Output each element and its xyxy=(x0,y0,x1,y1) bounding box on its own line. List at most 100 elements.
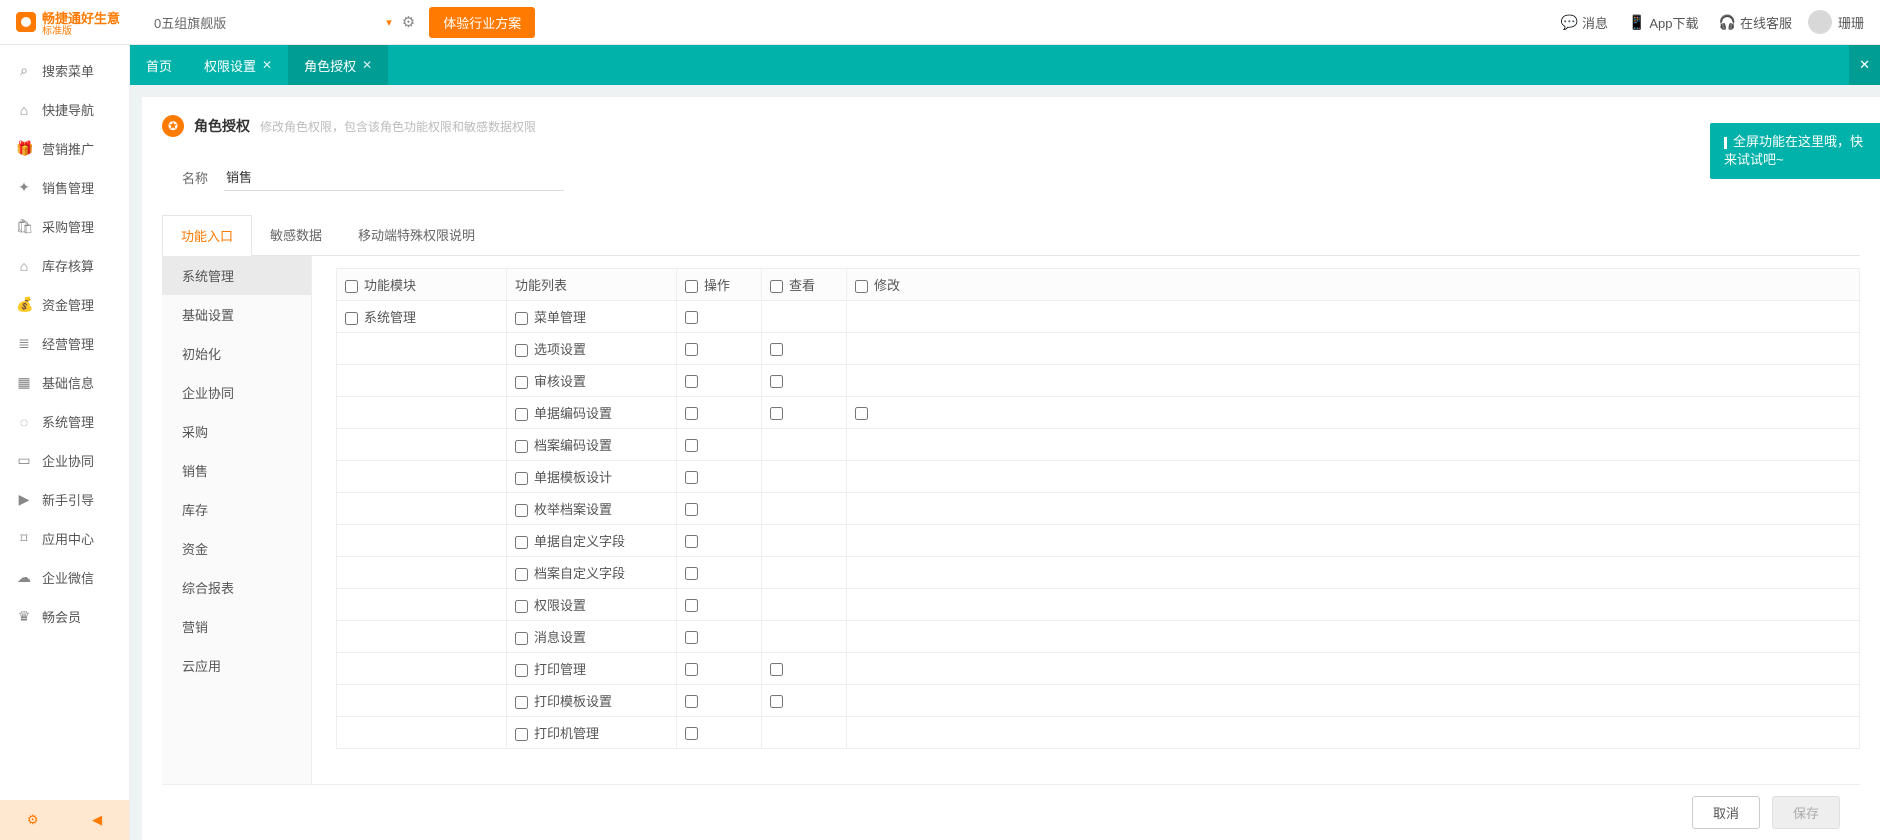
function-checkbox[interactable] xyxy=(515,696,528,709)
th-modify[interactable]: 修改 xyxy=(847,269,1860,301)
online-service-link[interactable]: 🎧 在线客服 xyxy=(1719,13,1792,32)
th-module[interactable]: 功能模块 xyxy=(337,269,507,301)
th-op[interactable]: 操作 xyxy=(677,269,762,301)
inner-tab[interactable]: 移动端特殊权限说明 xyxy=(340,215,493,255)
cancel-button[interactable]: 取消 xyxy=(1692,796,1760,829)
op-checkbox[interactable] xyxy=(685,471,698,484)
inner-tab[interactable]: 敏感数据 xyxy=(252,215,340,255)
fullscreen-hint-toast[interactable]: 全屏功能在这里哦，快来试试吧~ xyxy=(1710,123,1880,179)
sidebar-item[interactable]: ≣经营管理 xyxy=(0,324,129,363)
function-checkbox[interactable] xyxy=(515,312,528,325)
gear-icon[interactable]: ⚙ xyxy=(402,13,415,31)
sidebar-item[interactable]: 🎁营销推广 xyxy=(0,129,129,168)
view-checkbox[interactable] xyxy=(770,695,783,708)
select-all-modify-checkbox[interactable] xyxy=(855,280,868,293)
view-checkbox[interactable] xyxy=(770,407,783,420)
function-checkbox[interactable] xyxy=(515,472,528,485)
select-all-op-checkbox[interactable] xyxy=(685,280,698,293)
op-checkbox[interactable] xyxy=(685,535,698,548)
function-label: 消息设置 xyxy=(534,630,586,645)
op-checkbox[interactable] xyxy=(685,375,698,388)
op-checkbox[interactable] xyxy=(685,695,698,708)
tab[interactable]: 首页 xyxy=(130,45,188,85)
cell-op xyxy=(677,429,762,461)
close-icon[interactable]: ✕ xyxy=(362,58,372,72)
select-all-view-checkbox[interactable] xyxy=(770,280,783,293)
module-item[interactable]: 初始化 xyxy=(162,334,311,373)
sidebar-item[interactable]: ⌕搜索菜单 xyxy=(0,51,129,90)
sidebar-item[interactable]: ⌑应用中心 xyxy=(0,519,129,558)
module-item[interactable]: 库存 xyxy=(162,490,311,529)
sidebar-item[interactable]: ☁企业微信 xyxy=(0,558,129,597)
function-checkbox[interactable] xyxy=(515,344,528,357)
module-item[interactable]: 云应用 xyxy=(162,646,311,685)
sidebar-item[interactable]: ⌂库存核算 xyxy=(0,246,129,285)
table-row: 审核设置 xyxy=(337,365,1860,397)
sidebar-item[interactable]: 🛍采购管理 xyxy=(0,207,129,246)
sidebar-item[interactable]: ◌系统管理 xyxy=(0,402,129,441)
function-checkbox[interactable] xyxy=(515,376,528,389)
function-checkbox[interactable] xyxy=(515,632,528,645)
op-checkbox[interactable] xyxy=(685,503,698,516)
org-selector[interactable]: 0五组旗舰版 ▾ xyxy=(154,13,392,32)
op-checkbox[interactable] xyxy=(685,567,698,580)
function-checkbox[interactable] xyxy=(515,536,528,549)
module-item[interactable]: 综合报表 xyxy=(162,568,311,607)
sidebar-item[interactable]: ✦销售管理 xyxy=(0,168,129,207)
tab-label: 首页 xyxy=(146,56,172,75)
op-checkbox[interactable] xyxy=(685,631,698,644)
logo-text: 畅捷通好生意 xyxy=(42,8,120,27)
settings-icon[interactable]: ⚙ xyxy=(27,812,39,828)
cell-modify xyxy=(847,589,1860,621)
sidebar-item[interactable]: ▶新手引导 xyxy=(0,480,129,519)
module-item[interactable]: 销售 xyxy=(162,451,311,490)
logo-area[interactable]: 畅捷通好生意 标准版 xyxy=(16,8,146,37)
function-checkbox[interactable] xyxy=(515,408,528,421)
function-checkbox[interactable] xyxy=(515,568,528,581)
module-item[interactable]: 采购 xyxy=(162,412,311,451)
app-download-link[interactable]: 📱 App下载 xyxy=(1628,13,1699,32)
username: 珊珊 xyxy=(1838,13,1864,32)
op-checkbox[interactable] xyxy=(685,599,698,612)
sidebar-item[interactable]: 💰资金管理 xyxy=(0,285,129,324)
tab[interactable]: 权限设置✕ xyxy=(188,45,288,85)
cell-op xyxy=(677,301,762,333)
view-checkbox[interactable] xyxy=(770,375,783,388)
view-checkbox[interactable] xyxy=(770,343,783,356)
sidebar-item[interactable]: ▦基础信息 xyxy=(0,363,129,402)
view-checkbox[interactable] xyxy=(770,663,783,676)
function-checkbox[interactable] xyxy=(515,440,528,453)
op-checkbox[interactable] xyxy=(685,663,698,676)
function-checkbox[interactable] xyxy=(515,728,528,741)
main: 首页权限设置✕角色授权✕✕ ✪ 角色授权 修改角色权限，包含该角色功能权限和敏感… xyxy=(130,45,1880,840)
module-item[interactable]: 企业协同 xyxy=(162,373,311,412)
select-all-module-checkbox[interactable] xyxy=(345,280,358,293)
try-industry-button[interactable]: 体验行业方案 xyxy=(429,7,535,38)
module-checkbox[interactable] xyxy=(345,312,358,325)
close-all-tabs[interactable]: ✕ xyxy=(1849,45,1880,85)
op-checkbox[interactable] xyxy=(685,439,698,452)
modify-checkbox[interactable] xyxy=(855,407,868,420)
messages-link[interactable]: 💬 消息 xyxy=(1561,13,1608,32)
name-value[interactable]: 销售 xyxy=(224,163,564,191)
op-checkbox[interactable] xyxy=(685,311,698,324)
sidebar-item[interactable]: ▭企业协同 xyxy=(0,441,129,480)
module-item[interactable]: 系统管理 xyxy=(162,256,311,295)
op-checkbox[interactable] xyxy=(685,407,698,420)
op-checkbox[interactable] xyxy=(685,343,698,356)
op-checkbox[interactable] xyxy=(685,727,698,740)
function-checkbox[interactable] xyxy=(515,600,528,613)
collapse-icon[interactable]: ◀ xyxy=(92,812,102,828)
th-view[interactable]: 查看 xyxy=(762,269,847,301)
sidebar-item[interactable]: ⌂快捷导航 xyxy=(0,90,129,129)
avatar[interactable] xyxy=(1808,10,1832,34)
module-item[interactable]: 基础设置 xyxy=(162,295,311,334)
sidebar-item[interactable]: ♛畅会员 xyxy=(0,597,129,636)
close-icon[interactable]: ✕ xyxy=(262,58,272,72)
module-item[interactable]: 营销 xyxy=(162,607,311,646)
function-checkbox[interactable] xyxy=(515,664,528,677)
tab[interactable]: 角色授权✕ xyxy=(288,45,388,85)
inner-tab[interactable]: 功能入口 xyxy=(162,215,252,256)
module-item[interactable]: 资金 xyxy=(162,529,311,568)
function-checkbox[interactable] xyxy=(515,504,528,517)
